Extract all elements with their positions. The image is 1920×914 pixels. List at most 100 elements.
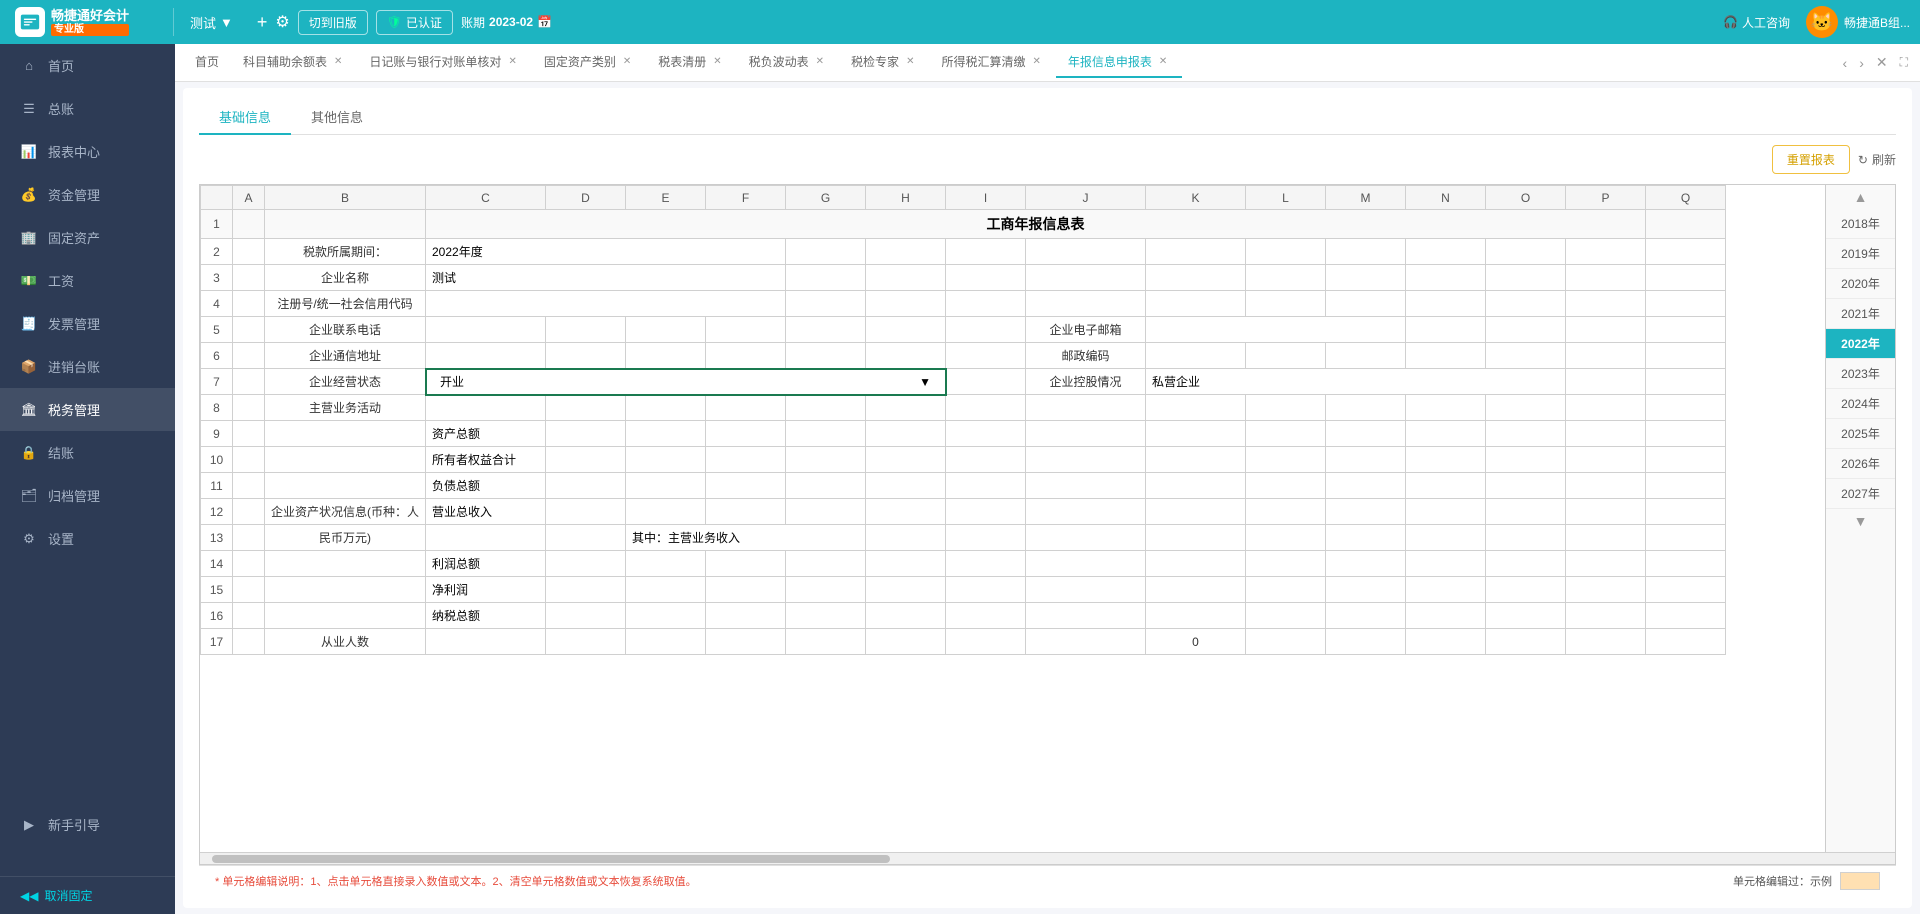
cell-13-C[interactable] bbox=[426, 525, 546, 551]
cell-6-M[interactable] bbox=[1326, 343, 1406, 369]
cell-14-L[interactable] bbox=[1246, 551, 1326, 577]
cell-12-B[interactable]: 企业资产状况信息(币种：人 bbox=[265, 499, 426, 525]
cell-1-B[interactable] bbox=[265, 210, 426, 239]
tab-income_tax[interactable]: 所得税汇算清缴✕ bbox=[929, 47, 1055, 78]
year-item[interactable]: 2019年 bbox=[1826, 239, 1895, 269]
cell-2-B[interactable]: 税款所属期间： bbox=[265, 239, 426, 265]
cell-15-I[interactable] bbox=[946, 577, 1026, 603]
cell-12-A[interactable] bbox=[233, 499, 265, 525]
calendar-icon[interactable]: 📅 bbox=[537, 15, 552, 29]
cell-3-A[interactable] bbox=[233, 265, 265, 291]
cell-15-P[interactable] bbox=[1566, 577, 1646, 603]
cell-9-N[interactable] bbox=[1406, 421, 1486, 447]
cell-9-M[interactable] bbox=[1326, 421, 1406, 447]
cell-2-A[interactable] bbox=[233, 239, 265, 265]
cell-4-A[interactable] bbox=[233, 291, 265, 317]
cell-4-M[interactable] bbox=[1326, 291, 1406, 317]
cell-6-L[interactable] bbox=[1246, 343, 1326, 369]
cell-2-P[interactable] bbox=[1566, 239, 1646, 265]
cell-17-M[interactable] bbox=[1326, 629, 1406, 655]
year-item[interactable]: 2024年 bbox=[1826, 389, 1895, 419]
cell-11-I[interactable] bbox=[946, 473, 1026, 499]
cell-6-G[interactable] bbox=[786, 343, 866, 369]
cell-10-F[interactable] bbox=[706, 447, 786, 473]
cell-4-C[interactable] bbox=[426, 291, 786, 317]
cell-8-I[interactable] bbox=[946, 395, 1026, 421]
cell-16-D[interactable] bbox=[546, 603, 626, 629]
cell-11-L[interactable] bbox=[1246, 473, 1326, 499]
company-selector[interactable]: 测试 ▼ bbox=[182, 9, 241, 36]
cell-16-I[interactable] bbox=[946, 603, 1026, 629]
cell-10-G[interactable] bbox=[786, 447, 866, 473]
cell-16-M[interactable] bbox=[1326, 603, 1406, 629]
cell-2-Q[interactable] bbox=[1646, 239, 1726, 265]
sidebar-item-tax[interactable]: 🏛税务管理 bbox=[0, 388, 175, 431]
tab-next-button[interactable]: › bbox=[1855, 52, 1868, 73]
cell-12-G[interactable] bbox=[786, 499, 866, 525]
cell-13-Q[interactable] bbox=[1646, 525, 1726, 551]
cell-5-N[interactable] bbox=[1406, 317, 1486, 343]
cell-15-B[interactable] bbox=[265, 577, 426, 603]
cell-11-D[interactable] bbox=[546, 473, 626, 499]
cell-10-L[interactable] bbox=[1246, 447, 1326, 473]
cell-2-N[interactable] bbox=[1406, 239, 1486, 265]
year-item[interactable]: 2026年 bbox=[1826, 449, 1895, 479]
cell-10-O[interactable] bbox=[1486, 447, 1566, 473]
cell-12-M[interactable] bbox=[1326, 499, 1406, 525]
cell-15-E[interactable] bbox=[626, 577, 706, 603]
cell-13-M[interactable] bbox=[1326, 525, 1406, 551]
cell-6-E[interactable] bbox=[626, 343, 706, 369]
cell-15-L[interactable] bbox=[1246, 577, 1326, 603]
tab-fixed_cat[interactable]: 固定资产类别✕ bbox=[532, 47, 646, 78]
cell-3-Q[interactable] bbox=[1646, 265, 1726, 291]
cell-11-M[interactable] bbox=[1326, 473, 1406, 499]
sidebar-item-ledger[interactable]: ☰总账 bbox=[0, 87, 175, 130]
cell-5-Q[interactable] bbox=[1646, 317, 1726, 343]
cell-17-N[interactable] bbox=[1406, 629, 1486, 655]
cell-3-I[interactable] bbox=[946, 265, 1026, 291]
subtab-basic[interactable]: 基础信息 bbox=[199, 100, 291, 135]
cell-16-A[interactable] bbox=[233, 603, 265, 629]
cell-8-G[interactable] bbox=[786, 395, 866, 421]
cell-12-N[interactable] bbox=[1406, 499, 1486, 525]
cell-9-I[interactable] bbox=[946, 421, 1026, 447]
cell-10-Q[interactable] bbox=[1646, 447, 1726, 473]
support-button[interactable]: 🎧 人工咨询 bbox=[1723, 14, 1790, 31]
sidebar-item-reports[interactable]: 📊报表中心 bbox=[0, 130, 175, 173]
add-button[interactable]: + bbox=[257, 12, 268, 33]
horizontal-scrollbar[interactable] bbox=[200, 852, 1895, 864]
cell-15-A[interactable] bbox=[233, 577, 265, 603]
cell-11-N[interactable] bbox=[1406, 473, 1486, 499]
cell-6-A[interactable] bbox=[233, 343, 265, 369]
cell-13-H[interactable] bbox=[866, 525, 946, 551]
cell-15-H[interactable] bbox=[866, 577, 946, 603]
cell-9-O[interactable] bbox=[1486, 421, 1566, 447]
cell-8-P[interactable] bbox=[1566, 395, 1646, 421]
cell-10-D[interactable] bbox=[546, 447, 626, 473]
cell-10-H[interactable] bbox=[866, 447, 946, 473]
cell-7-I[interactable] bbox=[946, 369, 1026, 395]
cell-1-C[interactable]: 工商年报信息表 bbox=[426, 210, 1646, 239]
cell-16-N[interactable] bbox=[1406, 603, 1486, 629]
year-item[interactable]: 2022年 bbox=[1826, 329, 1895, 359]
cell-5-C[interactable] bbox=[426, 317, 546, 343]
cell-13-P[interactable] bbox=[1566, 525, 1646, 551]
cell-6-H[interactable] bbox=[866, 343, 946, 369]
cell-12-C[interactable]: 营业总收入 bbox=[426, 499, 546, 525]
cell-3-K[interactable] bbox=[1146, 265, 1246, 291]
cell-12-L[interactable] bbox=[1246, 499, 1326, 525]
cell-17-F[interactable] bbox=[706, 629, 786, 655]
cell-17-J[interactable] bbox=[1026, 629, 1146, 655]
cell-3-B[interactable]: 企业名称 bbox=[265, 265, 426, 291]
cell-5-I[interactable] bbox=[946, 317, 1026, 343]
cell-1-A[interactable] bbox=[233, 210, 265, 239]
cell-2-C[interactable]: 2022年度 bbox=[426, 239, 786, 265]
cell-4-L[interactable] bbox=[1246, 291, 1326, 317]
spreadsheet[interactable]: ABCDEFGHIJKLMNOPQ1工商年报信息表2税款所属期间：2022年度3… bbox=[200, 185, 1825, 852]
cell-9-H[interactable] bbox=[866, 421, 946, 447]
cell-10-I[interactable] bbox=[946, 447, 1026, 473]
cell-17-H[interactable] bbox=[866, 629, 946, 655]
cell-13-K[interactable] bbox=[1146, 525, 1246, 551]
cell-8-M[interactable] bbox=[1326, 395, 1406, 421]
sidebar-item-close[interactable]: 🔒结账 bbox=[0, 431, 175, 474]
